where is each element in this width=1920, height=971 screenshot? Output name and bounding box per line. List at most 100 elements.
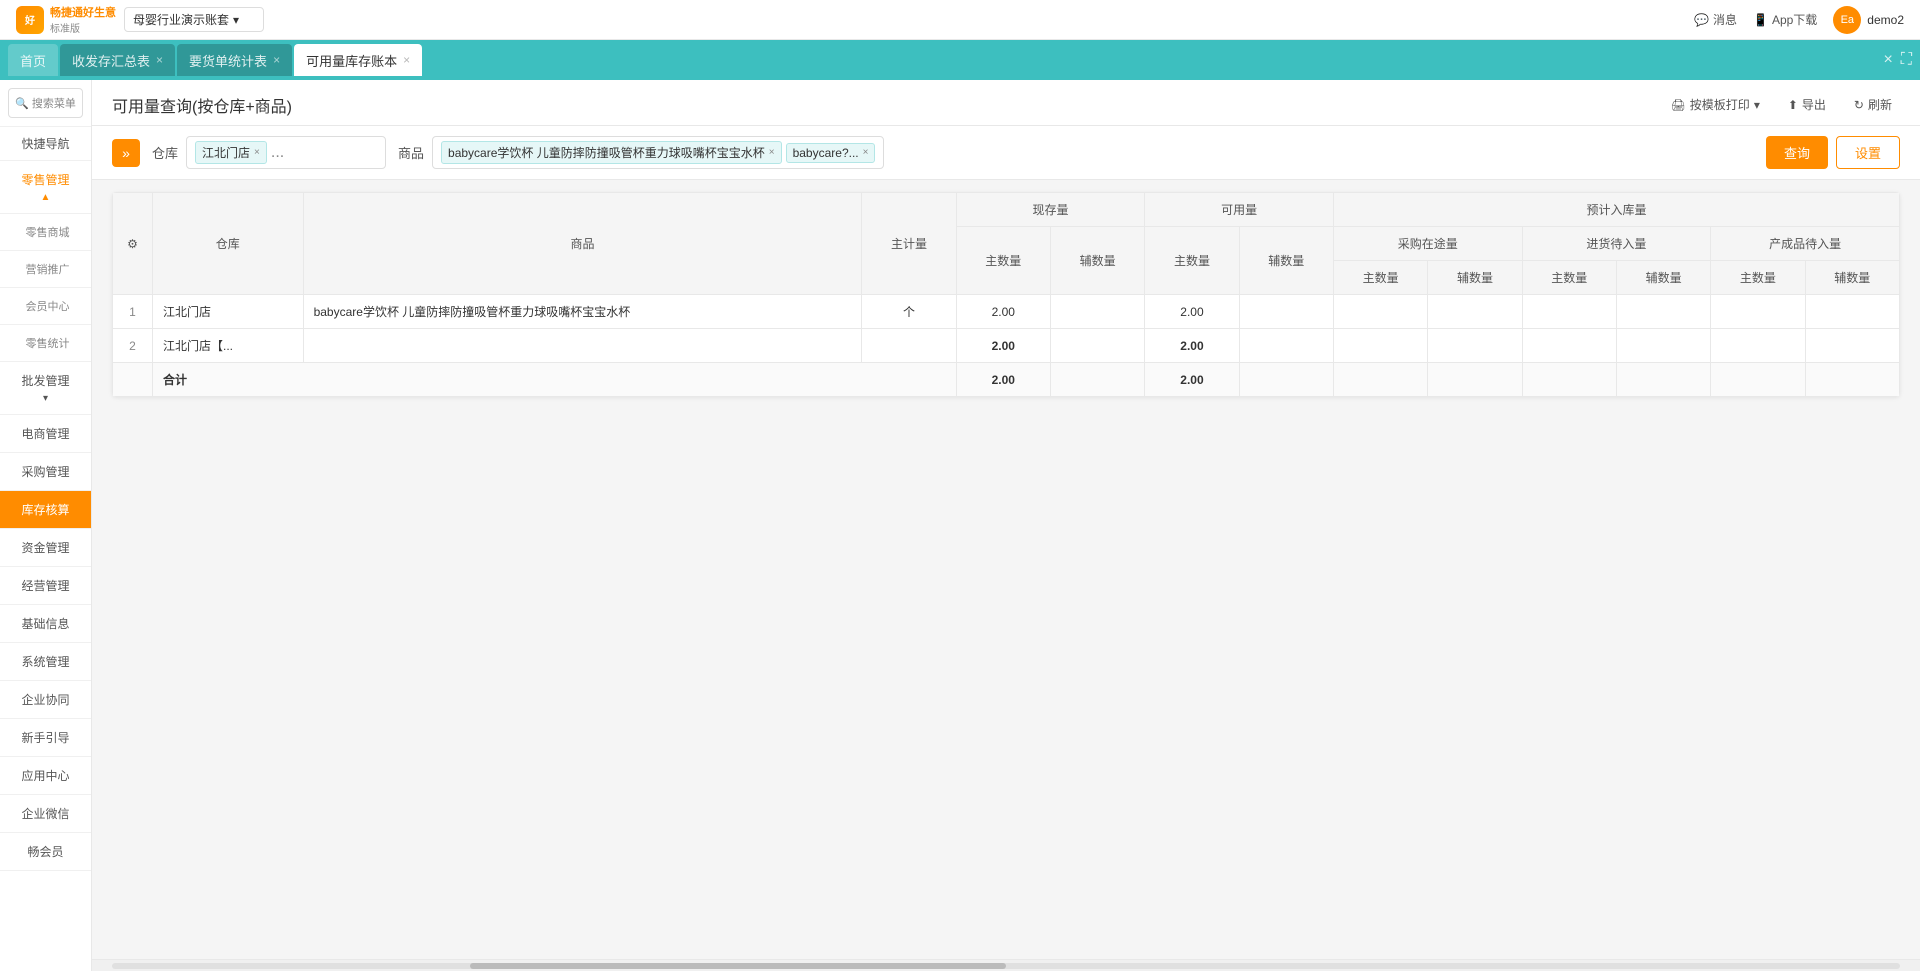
settings-button[interactable]: 设置 — [1836, 136, 1900, 169]
row-prod-aux-1 — [1805, 295, 1899, 329]
sidebar-item-retail[interactable]: 零售管理 ▲ — [0, 161, 91, 214]
business-label: 经营管理 — [21, 577, 69, 594]
sidebar-item-newbie[interactable]: 新手引导 — [0, 719, 91, 757]
th-purchase-transit: 采购在途量 — [1333, 227, 1522, 261]
product-tag-1-close[interactable]: × — [769, 147, 775, 158]
row-transit-main-1 — [1333, 295, 1427, 329]
scroll-track — [112, 963, 1900, 969]
main-layout: 🔍 搜索菜单 快捷导航 零售管理 ▲ 零售商城 营销推广 会员中心 零售统计 批… — [0, 80, 1920, 971]
finance-label: 资金管理 — [21, 539, 69, 556]
sidebar-item-wechat[interactable]: 企业微信 — [0, 795, 91, 833]
row-transit-aux-2 — [1428, 329, 1522, 363]
print-button[interactable]: 🖨 按模板打印 ▾ — [1663, 92, 1768, 117]
row-avail-main-2: 2.00 — [1145, 329, 1239, 363]
row-avail-main-1: 2.00 — [1145, 295, 1239, 329]
warehouse-filter-group: 仓库 江北门店 × ... — [152, 136, 386, 169]
tab-requisition[interactable]: 要货单统计表 × — [177, 44, 292, 76]
industry-label: 母婴行业演示账套 — [133, 11, 229, 28]
product-tag-2-value: babycare?... — [793, 146, 859, 160]
filter-toggle-button[interactable]: » — [112, 139, 140, 167]
warehouse-tag: 江北门店 × — [195, 141, 267, 164]
sidebar-item-inventory[interactable]: 库存核算 — [0, 491, 91, 529]
app-icon: 📱 — [1753, 13, 1768, 27]
sidebar-item-retail-shop[interactable]: 零售商城 — [0, 214, 91, 251]
tab-close-receive-send[interactable]: × — [156, 53, 163, 67]
th-available: 可用量 — [1145, 193, 1334, 227]
row-warehouse-1: 江北门店 — [153, 295, 304, 329]
receive-send-tab-label: 收发存汇总表 — [72, 51, 150, 70]
enterprise-label: 企业协同 — [21, 691, 69, 708]
filter-actions: 查询 设置 — [1766, 136, 1900, 169]
table-row: 1 江北门店 babycare学饮杯 儿童防摔防撞吸管杯重力球吸嘴杯宝宝水杯 个… — [113, 295, 1900, 329]
tab-receive-send[interactable]: 收发存汇总表 × — [60, 44, 175, 76]
query-button[interactable]: 查询 — [1766, 136, 1828, 169]
search-icon: 🔍 — [15, 97, 29, 110]
sidebar-item-basic[interactable]: 基础信息 — [0, 605, 91, 643]
sidebar-item-business[interactable]: 经营管理 — [0, 567, 91, 605]
tab-home[interactable]: 首页 — [8, 44, 58, 76]
industry-selector[interactable]: 母婴行业演示账套 ▾ — [124, 7, 264, 32]
product-tag-2-close[interactable]: × — [863, 147, 869, 158]
sidebar-item-wholesale[interactable]: 批发管理 ▾ — [0, 362, 91, 415]
close-all-tabs-button[interactable]: × — [1883, 51, 1892, 69]
total-avail-aux — [1239, 363, 1333, 397]
th-arriving-main: 主数量 — [1522, 261, 1616, 295]
search-menu-button[interactable]: 🔍 搜索菜单 — [8, 88, 83, 118]
purchase-label: 采购管理 — [21, 463, 69, 480]
sidebar-item-retail-stats[interactable]: 零售统计 — [0, 325, 91, 362]
product-tag-2: babycare?... × — [786, 143, 876, 163]
warehouse-tag-close[interactable]: × — [254, 147, 260, 158]
total-arriving-main — [1522, 363, 1616, 397]
row-avail-aux-1 — [1239, 295, 1333, 329]
sidebar-item-system[interactable]: 系统管理 — [0, 643, 91, 681]
tab-close-requisition[interactable]: × — [273, 53, 280, 67]
message-label: 消息 — [1713, 11, 1737, 28]
th-product: 商品 — [303, 193, 862, 295]
th-current-main-qty: 主数量 — [956, 227, 1050, 295]
export-button[interactable]: ⬆ 导出 — [1780, 92, 1834, 117]
search-menu-label: 搜索菜单 — [32, 95, 76, 111]
refresh-button[interactable]: ↻ 刷新 — [1846, 92, 1900, 117]
sidebar-item-member2[interactable]: 畅会员 — [0, 833, 91, 871]
retail-stats-label: 零售统计 — [26, 335, 70, 351]
th-production-main: 主数量 — [1711, 261, 1805, 295]
sidebar-item-app-center[interactable]: 应用中心 — [0, 757, 91, 795]
sidebar-item-quick-nav[interactable]: 快捷导航 — [0, 127, 91, 161]
table-row: 2 江北门店【... 2.00 2.00 — [113, 329, 1900, 363]
tab-close-available-stock[interactable]: × — [403, 53, 410, 67]
th-planned-in: 预计入库量 — [1333, 193, 1899, 227]
bottom-scroll[interactable] — [92, 959, 1920, 971]
sidebar-item-purchase[interactable]: 采购管理 — [0, 453, 91, 491]
user-area[interactable]: Ea demo2 — [1833, 6, 1904, 34]
app-download-button[interactable]: 📱 App下载 — [1753, 11, 1817, 28]
warehouse-tag-value: 江北门店 — [202, 144, 250, 161]
sidebar-item-ecommerce[interactable]: 电商管理 — [0, 415, 91, 453]
total-row: 合计 2.00 2.00 — [113, 363, 1900, 397]
sidebar-item-member[interactable]: 会员中心 — [0, 288, 91, 325]
refresh-label: 刷新 — [1868, 96, 1892, 113]
page-title: 可用量查询(按仓库+商品) — [112, 93, 292, 117]
tab-bar-actions: × ⛶ — [1883, 51, 1912, 69]
toggle-icon: » — [122, 145, 130, 161]
warehouse-more-button[interactable]: ... — [271, 144, 284, 162]
sidebar-item-marketing[interactable]: 营销推广 — [0, 251, 91, 288]
row-warehouse-2: 江北门店【... — [153, 329, 304, 363]
row-current-aux-2 — [1050, 329, 1144, 363]
product-filter-input[interactable]: babycare学饮杯 儿童防摔防撞吸管杯重力球吸嘴杯宝宝水杯 × babyca… — [432, 136, 884, 169]
message-button[interactable]: 💬 消息 — [1694, 11, 1737, 28]
sidebar: 🔍 搜索菜单 快捷导航 零售管理 ▲ 零售商城 营销推广 会员中心 零售统计 批… — [0, 80, 92, 971]
sidebar-item-finance[interactable]: 资金管理 — [0, 529, 91, 567]
fullscreen-button[interactable]: ⛶ — [1901, 51, 1912, 69]
total-prod-aux — [1805, 363, 1899, 397]
total-avail-main: 2.00 — [1145, 363, 1239, 397]
th-avail-main-qty: 主数量 — [1145, 227, 1239, 295]
row-num-1: 1 — [113, 295, 153, 329]
th-settings[interactable]: ⚙ — [113, 193, 153, 295]
warehouse-filter-input[interactable]: 江北门店 × ... — [186, 136, 386, 169]
row-unit-1: 个 — [862, 295, 956, 329]
sidebar-item-enterprise[interactable]: 企业协同 — [0, 681, 91, 719]
top-bar-right: 💬 消息 📱 App下载 Ea demo2 — [1694, 6, 1904, 34]
tab-available-stock[interactable]: 可用量库存账本 × — [294, 44, 422, 76]
th-warehouse: 仓库 — [153, 193, 304, 295]
table-area: ⚙ 仓库 商品 主计量 现存量 可用量 预计入库量 主数量 辅数量 主数量 辅数… — [92, 180, 1920, 959]
